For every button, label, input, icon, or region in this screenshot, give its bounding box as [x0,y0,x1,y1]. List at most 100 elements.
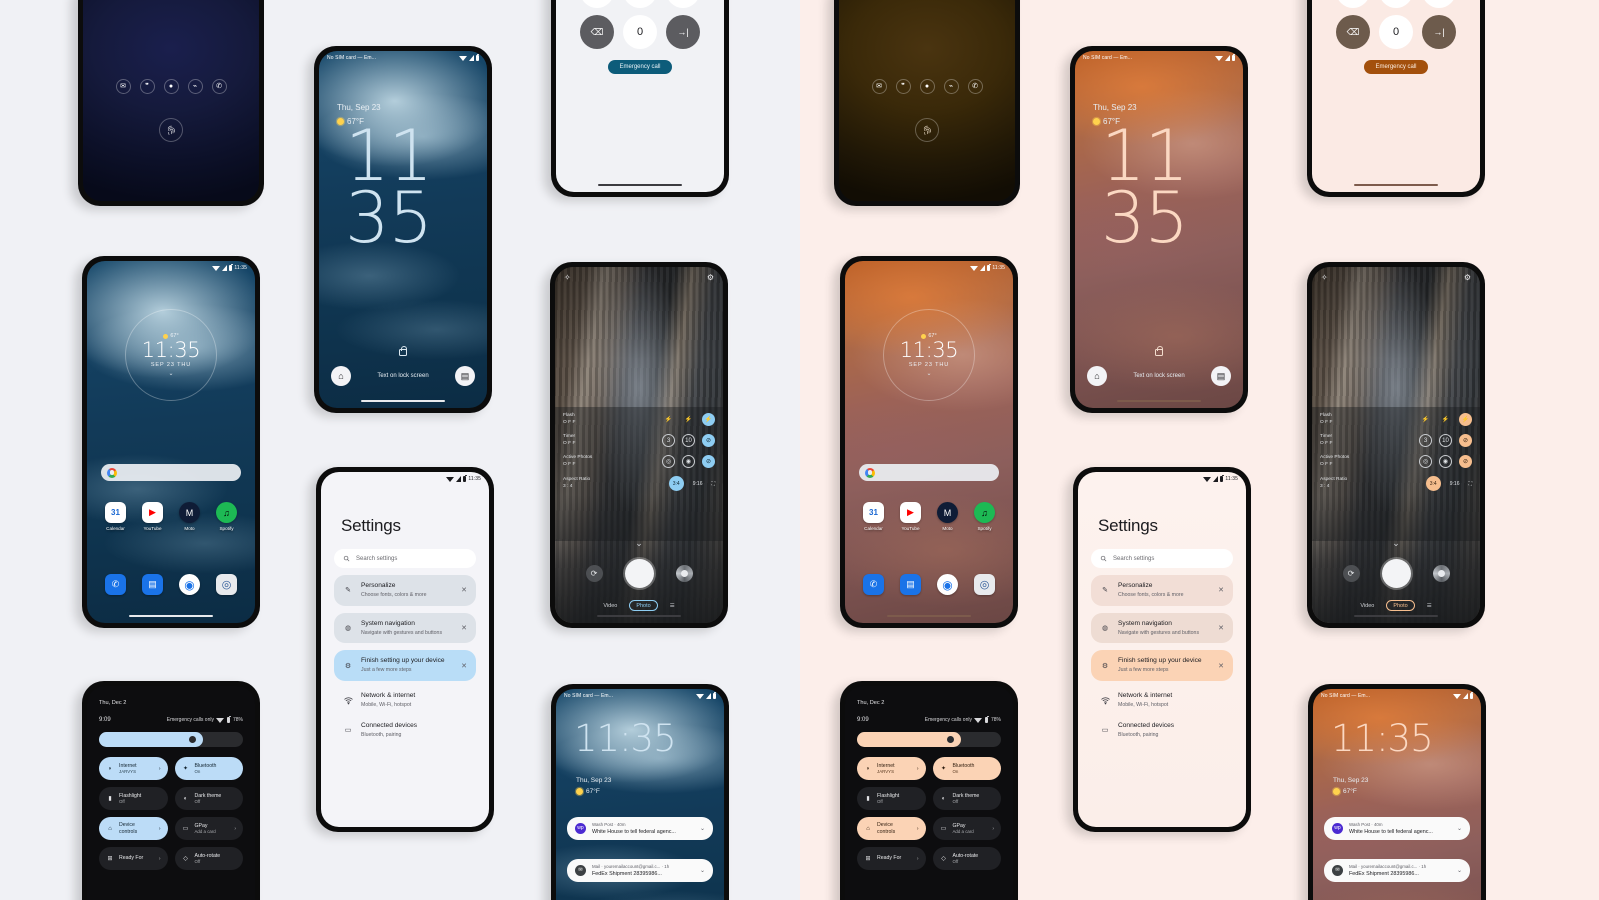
qs-tile-flashlight[interactable]: ▮ Flashlight Off [857,787,926,810]
chevron-down-icon[interactable]: ⌄ [926,370,931,377]
nav-gesture-bar[interactable] [129,614,213,617]
wallet-icon[interactable]: ▤ [454,366,475,386]
active-photos-auto-icon[interactable]: ◎ [1419,455,1432,468]
close-icon[interactable]: ✕ [1218,662,1224,670]
fingerprint-icon[interactable] [915,118,939,143]
search-input[interactable]: Search settings [334,549,476,568]
magic-wand-icon[interactable]: ✧ [1321,273,1328,282]
shutter-button[interactable] [1381,558,1411,588]
chevron-right-icon[interactable]: › [234,826,236,832]
qs-tile-gpay[interactable]: ▭ GPay Add a card › [174,817,243,840]
aspect-9-16-option[interactable]: 9:16 [693,481,703,487]
aspect-3-4-option[interactable]: 3:4 [668,476,684,491]
google-search-bar[interactable] [101,464,241,481]
nav-gesture-bar[interactable] [1117,399,1201,402]
close-icon[interactable]: ✕ [461,624,467,632]
chevron-down-icon[interactable]: ⌄ [1457,825,1462,832]
pin-key-8[interactable]: 8 [1379,0,1413,8]
backspace-icon[interactable]: ⌫ [1336,15,1370,49]
aspect-3-4-option[interactable]: 3:4 [1425,476,1441,491]
phone-app-icon[interactable]: ✆ [105,574,126,595]
close-icon[interactable]: ✕ [1218,624,1224,632]
clock-widget[interactable]: 67° 11:35 SEP 23 THU ⌄ [883,309,975,401]
nav-gesture-bar[interactable] [1354,614,1438,617]
settings-card-personalize[interactable]: ✎ Personalize Choose fonts, colors & mor… [1091,575,1233,606]
chevron-down-icon[interactable]: ⌄ [700,867,705,874]
flash-off-icon[interactable]: ⚡ [702,413,715,426]
settings-card-finish-setup[interactable]: ⚙ Finish setting up your device Just a f… [334,650,476,682]
active-photos-off-icon[interactable]: ⊘ [1459,455,1472,468]
chevron-right-icon[interactable]: › [917,766,919,772]
pin-key-8[interactable]: 8 [623,0,657,8]
enter-icon[interactable]: →| [1422,15,1456,49]
backspace-icon[interactable]: ⌫ [580,15,614,49]
settings-card-system-navigation[interactable]: ◍ System navigation Navigate with gestur… [334,612,476,644]
google-search-bar[interactable] [859,464,999,481]
flash-auto-icon[interactable]: ⚡ [662,413,675,426]
switch-camera-icon[interactable]: ⟳ [585,564,603,582]
qs-tile-bluetooth[interactable]: ✦ Bluetooth On [174,757,243,780]
aspect-9-16-option[interactable]: 9:16 [1450,481,1460,487]
flash-on-icon[interactable]: ⚡ [682,413,695,426]
messenger-dot-icon[interactable]: ● [163,78,179,94]
emergency-call-button[interactable]: Emergency call [608,60,672,74]
chevron-right-icon[interactable]: › [159,766,161,772]
qs-tile-auto-rotate[interactable]: ◇ Auto-rotate Off [174,847,243,870]
app-moto[interactable]: M Moto [937,502,958,531]
home-icon[interactable]: ⌂ [331,366,351,386]
phone-app-icon[interactable]: ✆ [863,574,884,595]
messenger-icon[interactable]: ⌁ [187,78,203,94]
pin-key-7[interactable]: 7 [1336,0,1370,8]
nav-gesture-bar[interactable] [597,614,681,617]
mail-icon[interactable]: ✉ [871,78,887,94]
notification-item[interactable]: wp Wash Post · 40m White House to tell f… [567,817,713,840]
chevron-down-icon[interactable]: ⌄ [700,825,705,832]
timer-10s-icon[interactable]: 10 [682,434,695,447]
timer-3s-icon[interactable]: 3 [1419,434,1432,447]
timer-3s-icon[interactable]: 3 [662,434,675,447]
gallery-thumbnail[interactable] [675,564,693,582]
clock-widget[interactable]: 67° 11:35 SEP 23 THU ⌄ [125,309,217,401]
gear-icon[interactable]: ⚙ [1464,273,1471,282]
app-youtube[interactable]: ▶ YouTube [900,502,921,531]
settings-row-connected-devices[interactable]: ▭ Connected devices Bluetooth, pairing [334,720,476,741]
chevron-right-icon[interactable]: › [992,826,994,832]
qs-tile-ready-for[interactable]: ⊞ Ready For › [857,847,926,870]
notification-item[interactable]: wp Wash Post · 40m White House to tell f… [1324,817,1470,840]
qs-tile-device-controls[interactable]: ⌂ Device controls › [857,817,926,840]
messages-app-icon[interactable]: ▤ [900,574,921,595]
wallet-icon[interactable]: ▤ [1210,366,1231,386]
app-moto[interactable]: M Moto [179,502,200,531]
flash-off-icon[interactable]: ⚡ [1459,413,1472,426]
pin-key-0[interactable]: 0 [623,15,657,49]
settings-card-personalize[interactable]: ✎ Personalize Choose fonts, colors & mor… [334,575,476,606]
close-icon[interactable]: ✕ [461,662,467,670]
chrome-app-icon[interactable]: ◉ [937,574,958,595]
notification-item[interactable]: ✉ Mail · youremailaccount@gmail.c... · 1… [567,859,713,882]
qs-tile-ready-for[interactable]: ⊞ Ready For › [99,847,168,870]
chevron-down-icon[interactable]: ⌄ [168,370,173,377]
brightness-slider[interactable] [857,732,1001,747]
close-icon[interactable]: ✕ [461,586,467,594]
flash-auto-icon[interactable]: ⚡ [1419,413,1432,426]
active-photos-on-icon[interactable]: ◉ [682,455,695,468]
settings-row-network[interactable]: Network & internet Mobile, Wi-Fi, hotspo… [334,690,476,711]
qs-tile-auto-rotate[interactable]: ◇ Auto-rotate Off [932,847,1001,870]
switch-camera-icon[interactable]: ⟳ [1342,564,1360,582]
messenger-icon[interactable]: ⌁ [943,78,959,94]
camera-mode-photo[interactable]: Photo [1386,600,1415,611]
settings-card-system-navigation[interactable]: ◍ System navigation Navigate with gestur… [1091,612,1233,644]
notification-item[interactable]: ✉ Mail · youremailaccount@gmail.c... · 1… [1324,859,1470,882]
messages-app-icon[interactable]: ▤ [142,574,163,595]
brightness-slider[interactable] [99,732,243,747]
settings-card-finish-setup[interactable]: ⚙ Finish setting up your device Just a f… [1091,650,1233,682]
app-calendar[interactable]: 31 Calendar [105,502,126,531]
camera-app-icon[interactable]: ◎ [974,574,995,595]
home-icon[interactable]: ⌂ [1087,366,1107,386]
nav-gesture-bar[interactable] [1354,183,1438,186]
gear-icon[interactable]: ⚙ [707,273,714,282]
qs-tile-flashlight[interactable]: ▮ Flashlight Off [99,787,168,810]
nav-gesture-bar[interactable] [887,614,971,617]
search-input[interactable]: Search settings [1091,549,1233,568]
active-photos-auto-icon[interactable]: ◎ [662,455,675,468]
